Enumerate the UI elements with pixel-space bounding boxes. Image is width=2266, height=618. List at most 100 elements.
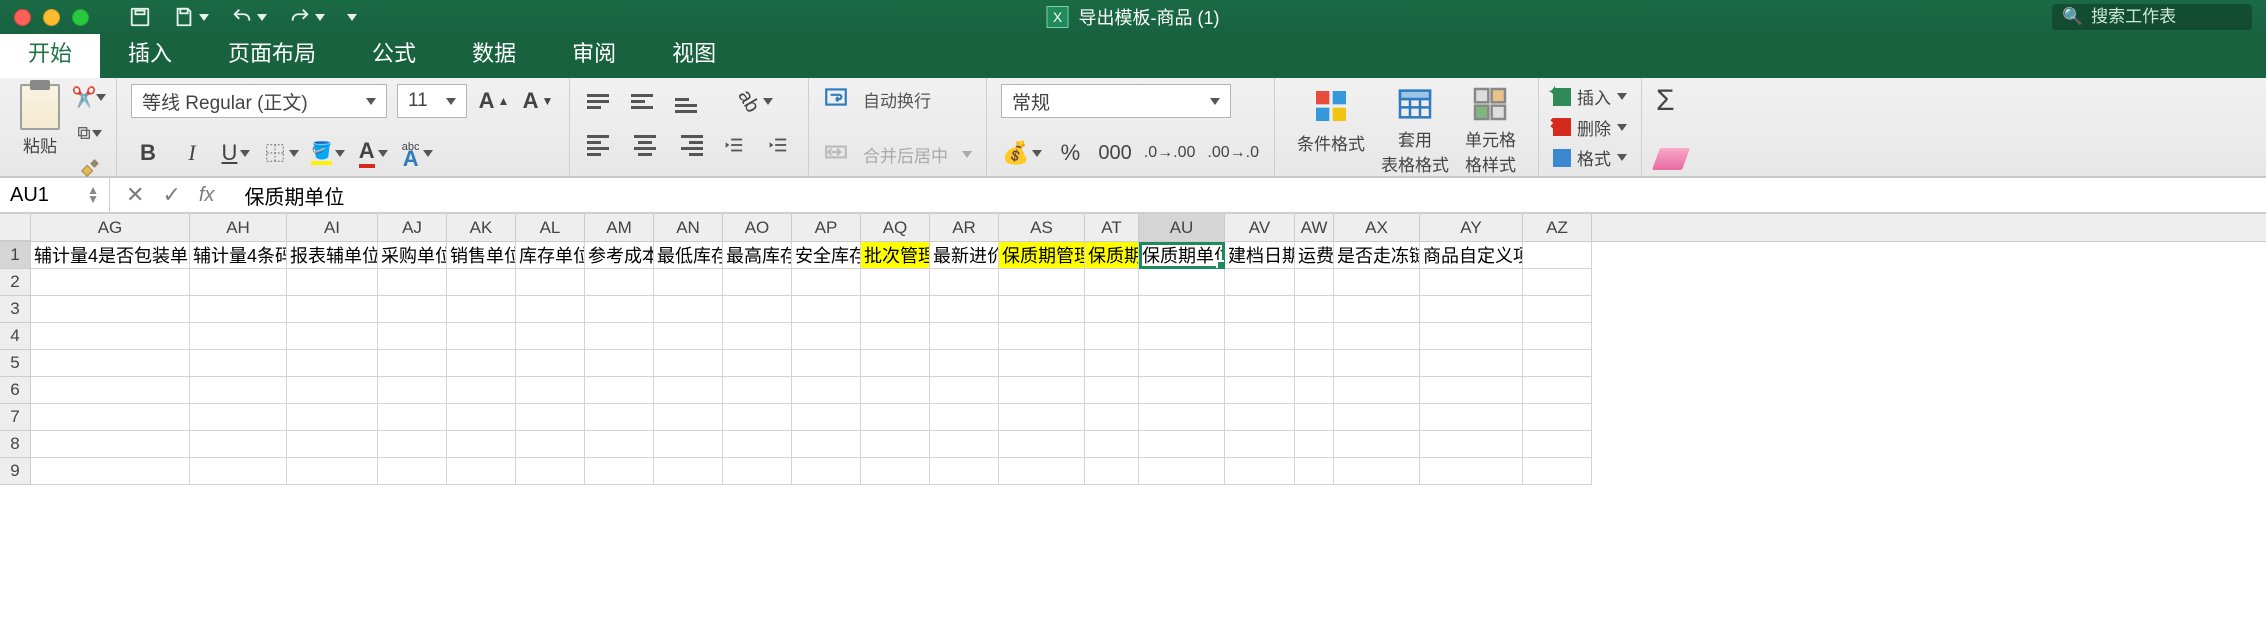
column-header-AQ[interactable]: AQ (861, 214, 930, 241)
cell-AX8[interactable] (1334, 431, 1420, 458)
confirm-formula-button[interactable]: ✓ (162, 182, 180, 208)
borders-button[interactable] (263, 136, 300, 170)
tab-review[interactable]: 审阅 (544, 28, 644, 78)
tab-formulas[interactable]: 公式 (344, 28, 444, 78)
cell-AW8[interactable] (1295, 431, 1334, 458)
cell-AQ5[interactable] (861, 350, 930, 377)
merge-center-button[interactable]: 合并后居中 (863, 142, 948, 167)
cell-AI1[interactable]: 报表辅单位 (287, 242, 378, 269)
cell-AO3[interactable] (723, 296, 792, 323)
cell-AR6[interactable] (930, 377, 999, 404)
cell-AV3[interactable] (1225, 296, 1295, 323)
cell-AJ1[interactable]: 采购单位 (378, 242, 447, 269)
cell-AX7[interactable] (1334, 404, 1420, 431)
cell-styles-button[interactable]: 单元格 格样式 (1457, 84, 1524, 170)
cell-AO9[interactable] (723, 458, 792, 485)
cell-AZ1[interactable] (1523, 242, 1592, 269)
row-header-1[interactable]: 1 (0, 242, 31, 269)
cell-AG8[interactable] (31, 431, 190, 458)
column-header-AU[interactable]: AU (1139, 214, 1225, 241)
cell-AL2[interactable] (516, 269, 585, 296)
cell-AS4[interactable] (999, 323, 1085, 350)
cell-AM2[interactable] (585, 269, 654, 296)
column-header-AL[interactable]: AL (516, 214, 585, 241)
cell-AS7[interactable] (999, 404, 1085, 431)
cell-AY8[interactable] (1420, 431, 1523, 458)
column-header-AP[interactable]: AP (792, 214, 861, 241)
column-header-AY[interactable]: AY (1420, 214, 1523, 241)
cell-AV2[interactable] (1225, 269, 1295, 296)
cell-AV1[interactable]: 建档日期 (1225, 242, 1295, 269)
redo-icon[interactable] (289, 6, 325, 28)
cell-AR8[interactable] (930, 431, 999, 458)
cell-AI4[interactable] (287, 323, 378, 350)
cell-AT5[interactable] (1085, 350, 1139, 377)
cancel-formula-button[interactable]: ✕ (126, 182, 144, 208)
column-header-AW[interactable]: AW (1295, 214, 1334, 241)
clear-button[interactable] (1652, 148, 1690, 170)
cell-AK5[interactable] (447, 350, 516, 377)
cell-AT2[interactable] (1085, 269, 1139, 296)
cell-AQ2[interactable] (861, 269, 930, 296)
cell-AH9[interactable] (190, 458, 287, 485)
cell-AU6[interactable] (1139, 377, 1225, 404)
select-all-corner[interactable] (0, 214, 31, 241)
align-bottom-button[interactable] (672, 84, 706, 118)
cell-AR3[interactable] (930, 296, 999, 323)
search-input[interactable] (2091, 7, 2242, 27)
cell-AM6[interactable] (585, 377, 654, 404)
cell-AP7[interactable] (792, 404, 861, 431)
increase-decimal-button[interactable]: .0→.00 (1143, 136, 1197, 170)
cell-AL5[interactable] (516, 350, 585, 377)
cell-AW5[interactable] (1295, 350, 1334, 377)
cell-AW2[interactable] (1295, 269, 1334, 296)
cell-AW1[interactable]: 运费 (1295, 242, 1334, 269)
cell-AP2[interactable] (792, 269, 861, 296)
cell-AH4[interactable] (190, 323, 287, 350)
cell-AK1[interactable]: 销售单位 (447, 242, 516, 269)
cell-AI8[interactable] (287, 431, 378, 458)
orientation-button[interactable]: ab (716, 84, 794, 118)
cell-AN3[interactable] (654, 296, 723, 323)
increase-font-button[interactable]: A▲ (477, 84, 511, 118)
cell-AV9[interactable] (1225, 458, 1295, 485)
cell-AM8[interactable] (585, 431, 654, 458)
wrap-text-button[interactable]: 自动换行 (863, 87, 931, 112)
cell-AT6[interactable] (1085, 377, 1139, 404)
cell-AP6[interactable] (792, 377, 861, 404)
cell-AP9[interactable] (792, 458, 861, 485)
cell-AM5[interactable] (585, 350, 654, 377)
cell-AK6[interactable] (447, 377, 516, 404)
cell-AS5[interactable] (999, 350, 1085, 377)
cell-AU2[interactable] (1139, 269, 1225, 296)
autosum-button[interactable]: Σ (1656, 84, 1675, 118)
cell-AL6[interactable] (516, 377, 585, 404)
cell-AN7[interactable] (654, 404, 723, 431)
formula-content[interactable]: 保质期单位 (230, 181, 358, 210)
column-header-AJ[interactable]: AJ (378, 214, 447, 241)
search-box[interactable]: 🔍 (2052, 4, 2252, 30)
cell-AY2[interactable] (1420, 269, 1523, 296)
cell-AZ5[interactable] (1523, 350, 1592, 377)
autosave-icon[interactable] (129, 6, 151, 28)
cell-AU5[interactable] (1139, 350, 1225, 377)
cell-AO6[interactable] (723, 377, 792, 404)
increase-indent-button[interactable] (760, 128, 794, 162)
tab-data[interactable]: 数据 (444, 28, 544, 78)
cell-AW7[interactable] (1295, 404, 1334, 431)
cell-AP3[interactable] (792, 296, 861, 323)
cell-AP1[interactable]: 安全库存 (792, 242, 861, 269)
fill-color-button[interactable]: 🪣 (310, 136, 346, 170)
cell-AO4[interactable] (723, 323, 792, 350)
cell-AJ4[interactable] (378, 323, 447, 350)
cell-AP4[interactable] (792, 323, 861, 350)
cell-AP8[interactable] (792, 431, 861, 458)
cell-AL9[interactable] (516, 458, 585, 485)
cell-AY5[interactable] (1420, 350, 1523, 377)
cell-AV7[interactable] (1225, 404, 1295, 431)
cell-AM9[interactable] (585, 458, 654, 485)
cell-AY1[interactable]: 商品自定义项 (1420, 242, 1523, 269)
cell-AZ9[interactable] (1523, 458, 1592, 485)
cell-AZ6[interactable] (1523, 377, 1592, 404)
decrease-font-button[interactable]: A▼ (521, 84, 555, 118)
